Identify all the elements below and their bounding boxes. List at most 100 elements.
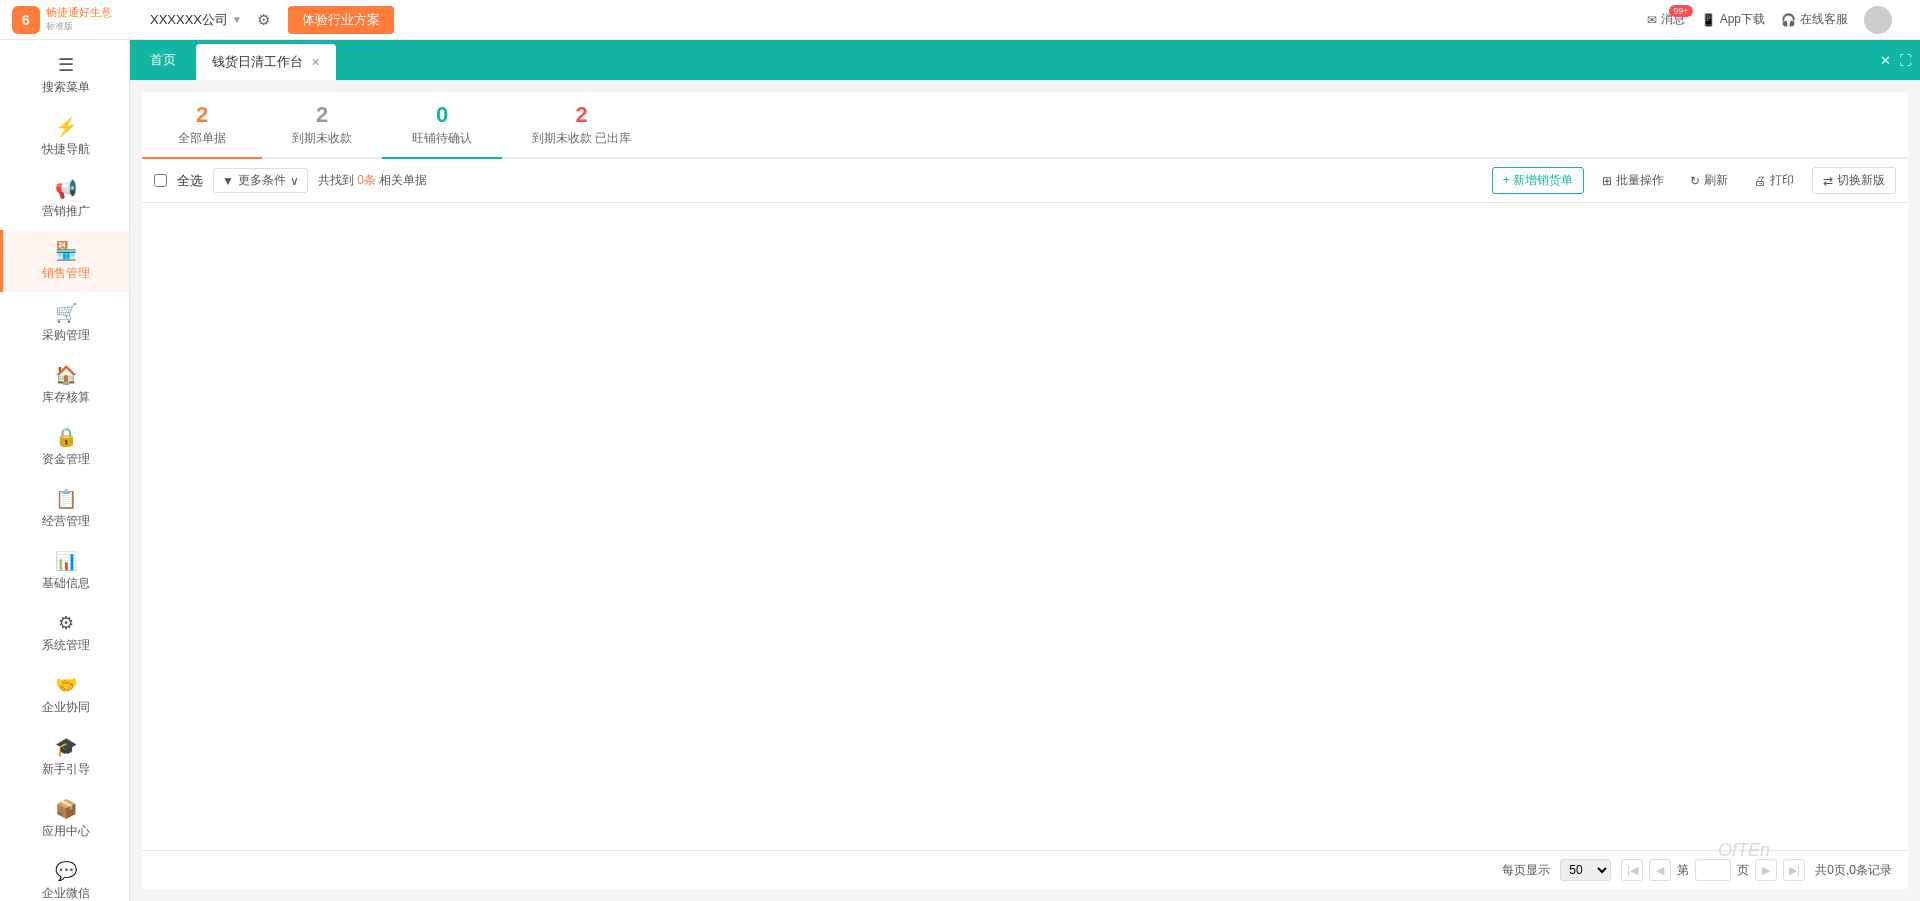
tab-home[interactable]: 首页 (130, 40, 196, 80)
print-icon: 🖨 (1754, 174, 1766, 188)
company-name: XXXXXX公司 (150, 11, 228, 29)
sidebar-item-quick-nav[interactable]: ⚡ 快捷导航 (0, 106, 129, 168)
online-service-btn[interactable]: 🎧 在线客服 (1781, 11, 1848, 28)
message-icon: ✉ (1647, 13, 1657, 27)
purchase-icon: 🛒 (55, 302, 77, 324)
per-page-select[interactable]: 50 100 200 (1560, 859, 1611, 881)
toolbar: 全选 ▼ 更多条件 ∨ 共找到 0条 相关单据 + 新增销货单 ⊞ (142, 159, 1908, 203)
tab-bar-controls: ✕ ⛶ (1880, 53, 1920, 68)
pagination: |◀ ◀ 第 1 页 ▶ ▶| (1621, 859, 1805, 881)
trial-button[interactable]: 体验行业方案 (288, 6, 394, 34)
stats-label-all: 全部单据 (178, 130, 226, 147)
page-label: 第 (1677, 862, 1689, 879)
coop-icon: 🤝 (55, 674, 77, 696)
sales-icon: 🏪 (55, 240, 77, 262)
settings-button[interactable]: ⚙ (250, 6, 278, 34)
page-prev-btn[interactable]: ◀ (1649, 859, 1671, 881)
sidebar-label-inventory: 库存核算 (42, 389, 90, 406)
switch-icon: ⇄ (1823, 174, 1833, 188)
tab-active[interactable]: 钱货日清工作台 ✕ (196, 44, 336, 80)
filter-button[interactable]: ▼ 更多条件 ∨ (213, 168, 308, 193)
stats-tabs: 2 全部单据 2 到期未收款 0 旺铺待确认 2 到期未收款 已出库 (142, 92, 1908, 159)
tab-expand-icon[interactable]: ⛶ (1899, 53, 1912, 68)
stats-tab-overdue[interactable]: 2 到期未收款 (262, 92, 382, 159)
per-page-label: 每页显示 (1502, 862, 1550, 879)
sidebar-item-wechat[interactable]: 💬 企业微信 (0, 850, 129, 901)
basic-info-icon: 📊 (55, 550, 77, 572)
filter-icon: ▼ (222, 174, 234, 188)
page-of-label: 页 (1737, 862, 1749, 879)
stats-tab-pending[interactable]: 0 旺铺待确认 (382, 92, 502, 159)
sidebar-label-guide: 新手引导 (42, 761, 90, 778)
page-next-btn[interactable]: ▶ (1755, 859, 1777, 881)
sidebar-label-wechat: 企业微信 (42, 885, 90, 901)
sidebar-label-basic-info: 基础信息 (42, 575, 90, 592)
phone-icon: 📱 (1701, 13, 1716, 27)
message-badge: 99+ (1669, 5, 1692, 17)
table-area (142, 203, 1908, 850)
logo-area: 6 畅捷通好生意 标准版 (12, 6, 142, 34)
search-menu-icon: ☰ (58, 54, 74, 76)
company-dropdown-icon: ▼ (232, 14, 242, 25)
company-selector[interactable]: XXXXXX公司 ▼ (150, 11, 242, 29)
guide-icon: 🎓 (55, 736, 77, 758)
select-all-label: 全选 (177, 172, 203, 190)
app-center-icon: 📦 (55, 798, 77, 820)
sidebar-label-sales: 销售管理 (42, 265, 90, 282)
sidebar-item-search[interactable]: ☰ 搜索菜单 (0, 44, 129, 106)
footer: 每页显示 50 100 200 |◀ ◀ 第 1 页 ▶ ▶| 共0页,0条记录 (142, 850, 1908, 889)
online-service-label: 在线客服 (1800, 11, 1848, 28)
sidebar-label-finance: 资金管理 (42, 451, 90, 468)
batch-op-btn[interactable]: ⊞ 批量操作 (1594, 168, 1672, 193)
marketing-icon: 📢 (55, 178, 77, 200)
app-download-btn[interactable]: 📱 App下载 (1701, 11, 1765, 28)
sidebar-item-guide[interactable]: 🎓 新手引导 (0, 726, 129, 788)
stats-num-all: 2 (196, 102, 208, 128)
sidebar-label-system: 系统管理 (42, 637, 90, 654)
page-first-btn[interactable]: |◀ (1621, 859, 1643, 881)
sidebar-item-marketing[interactable]: 📢 营销推广 (0, 168, 129, 230)
add-sales-btn[interactable]: + 新增销货单 (1492, 167, 1584, 194)
stats-label-pending: 旺铺待确认 (412, 130, 472, 147)
tab-minimize-icon[interactable]: ✕ (1880, 53, 1891, 68)
refresh-btn[interactable]: ↻ 刷新 (1682, 168, 1736, 193)
tab-close-icon[interactable]: ✕ (311, 56, 320, 69)
refresh-icon: ↻ (1690, 174, 1700, 188)
stats-num-overdue: 2 (316, 102, 328, 128)
page-last-btn[interactable]: ▶| (1783, 859, 1805, 881)
sidebar-item-operation[interactable]: 📋 经营管理 (0, 478, 129, 540)
page-input[interactable]: 1 (1695, 859, 1731, 881)
page-content: 2 全部单据 2 到期未收款 0 旺铺待确认 2 到期未收款 已出库 (130, 80, 1920, 901)
sidebar-label-quick-nav: 快捷导航 (42, 141, 90, 158)
batch-icon: ⊞ (1602, 174, 1612, 188)
sidebar-label-app-center: 应用中心 (42, 823, 90, 840)
sidebar-item-app-center[interactable]: 📦 应用中心 (0, 788, 129, 850)
top-bar: 6 畅捷通好生意 标准版 XXXXXX公司 ▼ ⚙ 体验行业方案 ✉ 99+ 消… (0, 0, 1920, 40)
found-text: 共找到 0条 相关单据 (318, 172, 427, 189)
print-btn[interactable]: 🖨 打印 (1746, 168, 1802, 193)
finance-icon: 🔒 (55, 426, 77, 448)
sidebar-item-coop[interactable]: 🤝 企业协同 (0, 664, 129, 726)
stats-tab-all[interactable]: 2 全部单据 (142, 92, 262, 159)
stats-tab-unshipped[interactable]: 2 到期未收款 已出库 (502, 92, 661, 159)
quick-nav-icon: ⚡ (55, 116, 77, 138)
app-download-label: App下载 (1720, 11, 1765, 28)
avatar[interactable] (1864, 6, 1892, 34)
top-right-area: ✉ 99+ 消息 📱 App下载 🎧 在线客服 (1647, 6, 1908, 34)
sidebar-item-inventory[interactable]: 🏠 库存核算 (0, 354, 129, 416)
stats-num-unshipped: 2 (576, 102, 588, 128)
select-all-checkbox[interactable] (154, 174, 167, 187)
stats-label-unshipped: 到期未收款 已出库 (532, 130, 631, 147)
found-count: 0条 (357, 173, 376, 187)
sidebar-item-system[interactable]: ⚙ 系统管理 (0, 602, 129, 664)
tab-label: 钱货日清工作台 (212, 53, 303, 71)
total-label: 共0页,0条记录 (1815, 862, 1892, 879)
sidebar-item-finance[interactable]: 🔒 资金管理 (0, 416, 129, 478)
sidebar-item-sales[interactable]: 🏪 销售管理 (0, 230, 129, 292)
sidebar-item-purchase[interactable]: 🛒 采购管理 (0, 292, 129, 354)
filter-label: 更多条件 (238, 172, 286, 189)
sidebar-item-basic-info[interactable]: 📊 基础信息 (0, 540, 129, 602)
switch-version-btn[interactable]: ⇄ 切换新版 (1812, 167, 1896, 194)
message-btn[interactable]: ✉ 99+ 消息 (1647, 11, 1685, 28)
stats-label-overdue: 到期未收款 (292, 130, 352, 147)
